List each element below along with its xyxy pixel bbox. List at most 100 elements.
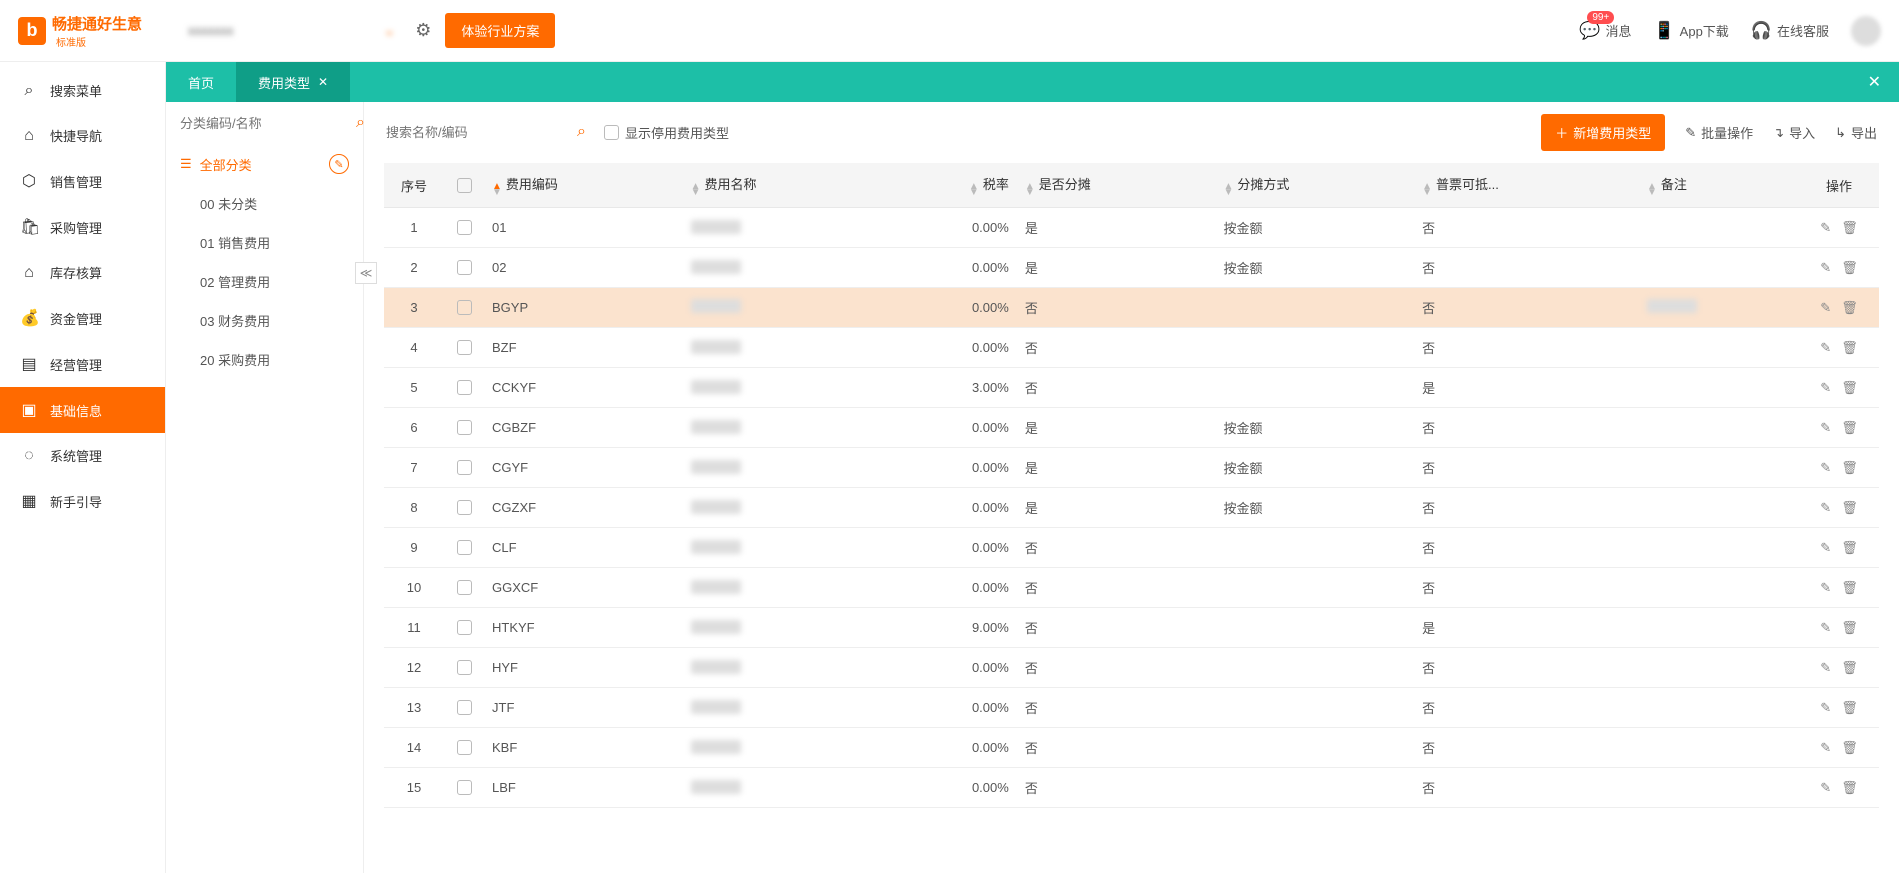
show-disabled-checkbox[interactable]: 显示停用费用类型 (604, 123, 729, 142)
delete-icon[interactable]: 🗑 (1841, 220, 1858, 236)
sidebar-item[interactable]: ▤经营管理 (0, 341, 165, 387)
edit-icon[interactable]: ✎ (1820, 700, 1831, 716)
close-icon[interactable]: ✕ (318, 75, 328, 89)
menu-icon: ⌂ (20, 127, 38, 145)
edit-icon[interactable]: ✎ (1820, 340, 1831, 356)
table-row[interactable]: 3BGYP用品费0.00%否否备注✎🗑 (384, 288, 1879, 328)
col-check[interactable] (444, 163, 484, 208)
messages-link[interactable]: 99+ 💬 消息 (1579, 21, 1631, 41)
edit-icon[interactable]: ✎ (1820, 540, 1831, 556)
table-row[interactable]: 15LBFxxx0.00%否否✎🗑 (384, 768, 1879, 808)
company-selector[interactable]: xxxxxxx⌄ (188, 22, 395, 39)
table-row[interactable]: 101xxx0.00%是按金额否✎🗑 (384, 208, 1879, 248)
col-name[interactable]: ▲▼费用名称 (683, 163, 882, 208)
category-item[interactable]: 20 采购费用 (166, 340, 363, 379)
table-row[interactable]: 14KBFxxx0.00%否否✎🗑 (384, 728, 1879, 768)
avatar[interactable] (1851, 16, 1881, 46)
delete-icon[interactable]: 🗑 (1841, 420, 1858, 436)
edit-icon[interactable]: ✎ (1820, 780, 1831, 796)
sidebar-item[interactable]: ⌂快捷导航 (0, 113, 165, 158)
support-link[interactable]: 🎧 在线客服 (1751, 21, 1829, 41)
edit-icon[interactable]: ✎ (1820, 380, 1831, 396)
close-all-tabs[interactable]: ✕ (1850, 72, 1899, 92)
edit-icon[interactable]: ✎ (1820, 460, 1831, 476)
export-link[interactable]: ↳ 导出 (1835, 123, 1877, 142)
delete-icon[interactable]: 🗑 (1841, 620, 1858, 636)
tab-expense-type[interactable]: 费用类型 ✕ (236, 62, 350, 102)
delete-icon[interactable]: 🗑 (1841, 780, 1858, 796)
edit-icon[interactable]: ✎ (1820, 660, 1831, 676)
delete-icon[interactable]: 🗑 (1841, 340, 1858, 356)
search-icon[interactable]: ⌕ (577, 123, 586, 141)
tab-home[interactable]: 首页 (166, 62, 236, 102)
menu-icon: ▤ (20, 354, 38, 374)
sidebar-item[interactable]: ▣基础信息 (0, 387, 165, 433)
table-row[interactable]: 5CCKYFxxx3.00%否是✎🗑 (384, 368, 1879, 408)
table-row[interactable]: 11HTKYFxxx9.00%否是✎🗑 (384, 608, 1879, 648)
col-rate[interactable]: ▲▼税率 (881, 163, 1017, 208)
app-download-link[interactable]: 📱 App下载 (1654, 21, 1729, 41)
sidebar-item[interactable]: ⌂库存核算 (0, 250, 165, 295)
table-row[interactable]: 7CGYFxxx0.00%是按金额否✎🗑 (384, 448, 1879, 488)
import-link[interactable]: ↴ 导入 (1773, 123, 1815, 142)
category-root[interactable]: ☰ 全部分类 ✎ (166, 144, 363, 184)
checkbox-icon (457, 340, 472, 355)
category-item[interactable]: 02 管理费用 (166, 262, 363, 301)
col-share[interactable]: ▲▼是否分摊 (1017, 163, 1216, 208)
trial-button[interactable]: 体验行业方案 (445, 13, 555, 48)
category-item[interactable]: 03 财务费用 (166, 301, 363, 340)
table-row[interactable]: 8CGZXFxxx0.00%是按金额否✎🗑 (384, 488, 1879, 528)
checkbox-icon (457, 220, 472, 235)
category-item[interactable]: 00 未分类 (166, 184, 363, 223)
chevron-down-icon: ⌄ (384, 22, 396, 39)
table-row[interactable]: 12HYFxxx0.00%否否✎🗑 (384, 648, 1879, 688)
search-icon[interactable]: ⌕ (356, 114, 365, 132)
edit-icon[interactable]: ✎ (329, 154, 349, 174)
edit-icon[interactable]: ✎ (1820, 500, 1831, 516)
col-code[interactable]: ▲▼费用编码 (484, 163, 683, 208)
table-row[interactable]: 6CGBZFxxx0.00%是按金额否✎🗑 (384, 408, 1879, 448)
add-expense-button[interactable]: ＋ 新增费用类型 (1541, 114, 1665, 151)
expense-table: 序号 ▲▼费用编码 ▲▼费用名称 ▲▼税率 ▲▼是否分摊 ▲▼分摊方式 ▲▼普票… (384, 163, 1879, 808)
sidebar-item[interactable]: ◌系统管理 (0, 433, 165, 478)
collapse-panel-button[interactable]: ≪ (355, 262, 377, 284)
col-deduct[interactable]: ▲▼普票可抵... (1414, 163, 1639, 208)
sidebar-item[interactable]: ⌕搜索菜单 (0, 68, 165, 113)
edit-icon[interactable]: ✎ (1820, 260, 1831, 276)
batch-action-link[interactable]: ✎ 批量操作 (1685, 123, 1753, 142)
delete-icon[interactable]: 🗑 (1841, 660, 1858, 676)
table-row[interactable]: 202xxx0.00%是按金额否✎🗑 (384, 248, 1879, 288)
edit-icon[interactable]: ✎ (1820, 580, 1831, 596)
edit-icon[interactable]: ✎ (1820, 740, 1831, 756)
category-item[interactable]: 01 销售费用 (166, 223, 363, 262)
sidebar-item[interactable]: 🛍采购管理 (0, 204, 165, 250)
sidebar-item[interactable]: ⬡销售管理 (0, 158, 165, 204)
delete-icon[interactable]: 🗑 (1841, 700, 1858, 716)
delete-icon[interactable]: 🗑 (1841, 260, 1858, 276)
sidebar-item[interactable]: 💰资金管理 (0, 295, 165, 341)
delete-icon[interactable]: 🗑 (1841, 580, 1858, 596)
edit-icon[interactable]: ✎ (1820, 300, 1831, 316)
sidebar-item[interactable]: ▦新手引导 (0, 478, 165, 524)
edit-icon[interactable]: ✎ (1820, 220, 1831, 236)
delete-icon[interactable]: 🗑 (1841, 460, 1858, 476)
menu-icon: ▦ (20, 491, 38, 511)
table-row[interactable]: 10GGXCFxxx0.00%否否✎🗑 (384, 568, 1879, 608)
delete-icon[interactable]: 🗑 (1841, 300, 1858, 316)
delete-icon[interactable]: 🗑 (1841, 500, 1858, 516)
category-search-input[interactable] (180, 116, 356, 131)
table-search-input[interactable] (386, 125, 577, 140)
table-row[interactable]: 9CLFxxx0.00%否否✎🗑 (384, 528, 1879, 568)
col-method[interactable]: ▲▼分摊方式 (1215, 163, 1414, 208)
table-row[interactable]: 13JTFxxx0.00%否否✎🗑 (384, 688, 1879, 728)
table-row[interactable]: 4BZFxxx0.00%否否✎🗑 (384, 328, 1879, 368)
delete-icon[interactable]: 🗑 (1841, 540, 1858, 556)
edit-icon[interactable]: ✎ (1820, 420, 1831, 436)
delete-icon[interactable]: 🗑 (1841, 740, 1858, 756)
col-remark[interactable]: ▲▼备注 (1639, 163, 1799, 208)
checkbox-icon (457, 540, 472, 555)
col-index[interactable]: 序号 (384, 163, 444, 208)
delete-icon[interactable]: 🗑 (1841, 380, 1858, 396)
edit-icon[interactable]: ✎ (1820, 620, 1831, 636)
gear-icon[interactable]: ⚙ (415, 20, 431, 41)
